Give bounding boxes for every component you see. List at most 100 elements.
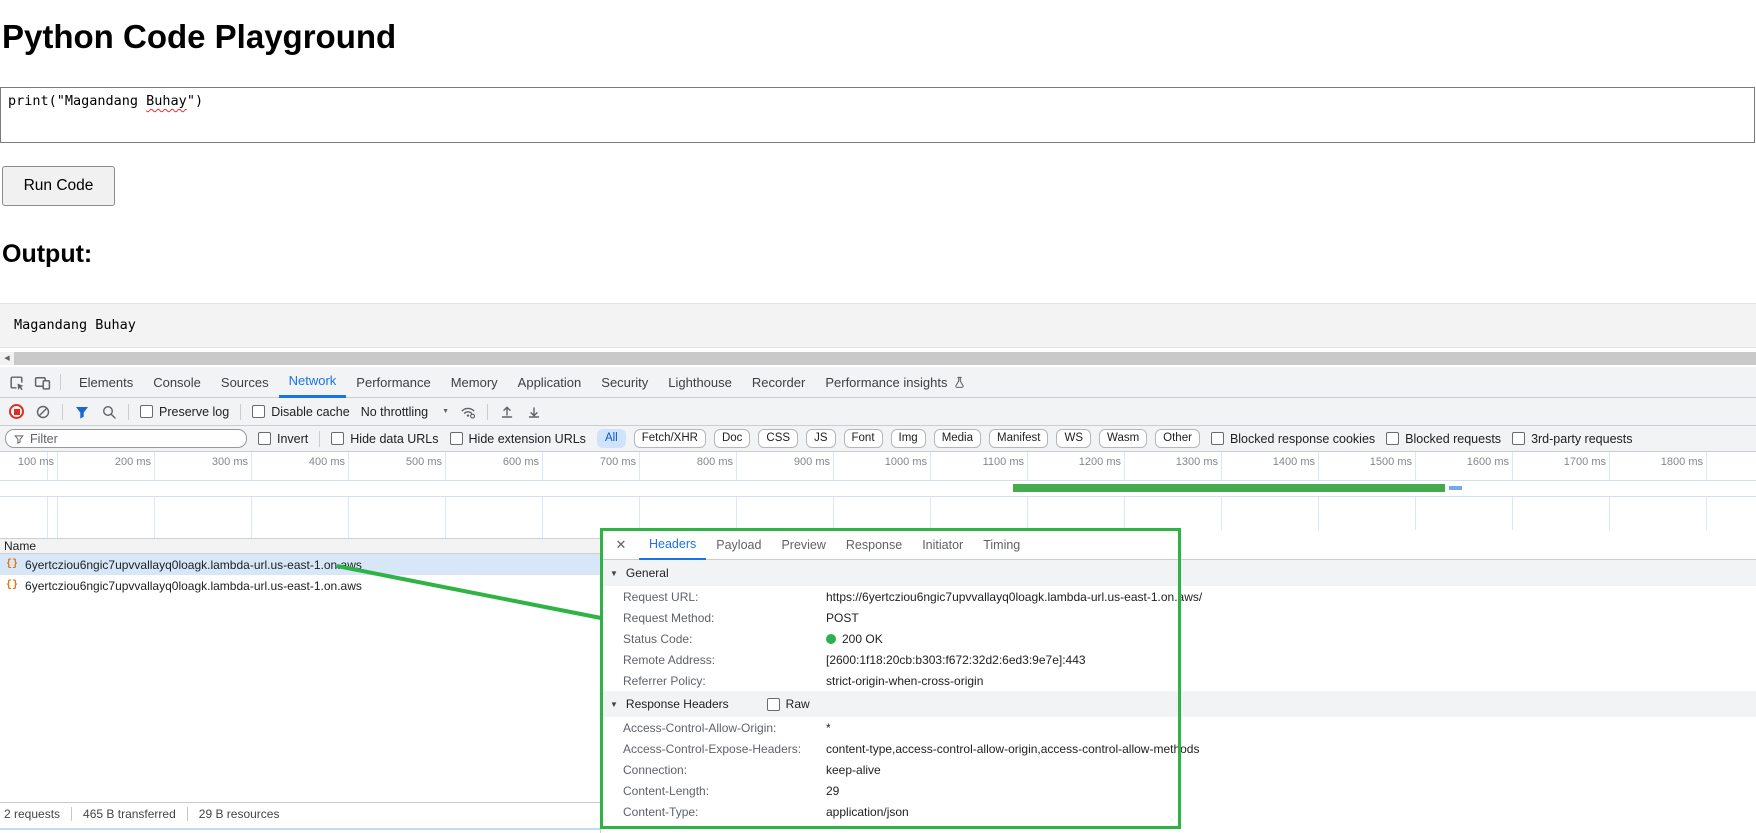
response-headers-section-title: Response Headers xyxy=(626,697,729,711)
tab-application[interactable]: Application xyxy=(508,367,592,398)
timeline-tick-label: 1100 ms xyxy=(931,456,1028,480)
resource-type-pill[interactable]: Fetch/XHR xyxy=(634,429,706,448)
network-conditions-icon[interactable] xyxy=(460,404,476,420)
close-icon[interactable]: ✕ xyxy=(609,537,633,553)
tab-performance-insights[interactable]: Performance insights xyxy=(815,367,976,398)
timeline-tick-label: 500 ms xyxy=(349,456,446,480)
details-tabs: Headers Payload Preview Response Initiat… xyxy=(639,530,1030,560)
hide-extension-urls-checkbox[interactable] xyxy=(450,432,463,445)
record-network-log-icon[interactable] xyxy=(9,404,24,419)
request-name: 6yertcziou6ngic7upvvallayq0loagk.lambda-… xyxy=(25,558,362,572)
tab-performance[interactable]: Performance xyxy=(346,367,440,398)
devtools-tabbar: Elements Console Sources Network Perform… xyxy=(0,367,1756,398)
blocked-requests-label: Blocked requests xyxy=(1405,432,1501,446)
scrollbar-thumb[interactable] xyxy=(14,352,1756,365)
resource-type-pill[interactable]: Manifest xyxy=(989,429,1048,448)
details-tab[interactable]: Timing xyxy=(973,530,1030,560)
details-tab[interactable]: Response xyxy=(836,530,912,560)
response-headers-rows: Access-Control-Allow-Origin: * Access-Co… xyxy=(601,717,1756,822)
tab-lighthouse[interactable]: Lighthouse xyxy=(658,367,742,398)
code-misspelled-word: Buhay xyxy=(146,93,187,109)
invert-checkbox[interactable] xyxy=(258,432,271,445)
device-toolbar-icon[interactable] xyxy=(34,374,51,391)
resource-type-pill[interactable]: Font xyxy=(844,429,883,448)
resource-type-pill[interactable]: Img xyxy=(891,429,926,448)
resource-type-pill[interactable]: JS xyxy=(806,429,835,448)
clear-network-log-icon[interactable] xyxy=(35,404,51,420)
code-text-end: ") xyxy=(187,93,203,109)
resource-type-pill[interactable]: All xyxy=(597,429,626,448)
timeline-tick-label: 600 ms xyxy=(446,456,543,480)
general-section-header[interactable]: ▼ General xyxy=(601,560,1756,586)
header-row: Access-Control-Expose-Headers: content-t… xyxy=(601,738,1756,759)
details-tab[interactable]: Initiator xyxy=(912,530,973,560)
preserve-log-group: Preserve log xyxy=(140,405,229,419)
tab-elements[interactable]: Elements xyxy=(69,367,143,398)
timeline-overview-band xyxy=(0,480,1756,497)
blocked-cookies-checkbox[interactable] xyxy=(1211,432,1224,445)
filter-icon[interactable] xyxy=(74,404,90,420)
resources-size: 29 B resources xyxy=(187,807,291,821)
page-title: Python Code Playground xyxy=(2,18,396,56)
json-braces-icon: {} xyxy=(6,559,18,570)
horizontal-scrollbar[interactable]: ◀ xyxy=(0,352,1756,365)
code-input[interactable]: print("Magandang Buhay") xyxy=(0,87,1755,143)
load-event-marker xyxy=(1449,486,1462,490)
general-rows: Request URL: https://6yertcziou6ngic7upv… xyxy=(601,586,1756,691)
third-party-group: 3rd-party requests xyxy=(1512,432,1632,446)
requests-count: 2 requests xyxy=(0,807,71,821)
resource-type-pill[interactable]: Media xyxy=(934,429,981,448)
filter-placeholder: Filter xyxy=(30,432,58,446)
blocked-cookies-label: Blocked response cookies xyxy=(1230,432,1375,446)
hide-data-urls-checkbox[interactable] xyxy=(331,432,344,445)
blocked-requests-checkbox[interactable] xyxy=(1386,432,1399,445)
resource-type-pills: All Fetch/XHR Doc CSS JS Font Img Media … xyxy=(597,429,1200,448)
collapse-triangle-icon: ▼ xyxy=(610,700,618,709)
tab-memory[interactable]: Memory xyxy=(441,367,508,398)
details-tab[interactable]: Headers xyxy=(639,530,706,560)
blocked-requests-group: Blocked requests xyxy=(1386,432,1501,446)
divider xyxy=(319,431,320,447)
tab-sources[interactable]: Sources xyxy=(211,367,279,398)
timeline-tick-label: 700 ms xyxy=(543,456,640,480)
third-party-checkbox[interactable] xyxy=(1512,432,1525,445)
disable-cache-checkbox[interactable] xyxy=(252,405,265,418)
status-code-value: 200 OK xyxy=(842,632,883,646)
tab-recorder[interactable]: Recorder xyxy=(742,367,815,398)
resource-type-pill[interactable]: Wasm xyxy=(1099,429,1147,448)
resource-type-pill[interactable]: Other xyxy=(1155,429,1200,448)
timeline-tick-label: 900 ms xyxy=(737,456,834,480)
run-code-button[interactable]: Run Code xyxy=(2,166,115,206)
request-waterfall-bar[interactable] xyxy=(1013,484,1445,492)
divider xyxy=(487,404,488,420)
screen: Python Code Playground print("Magandang … xyxy=(0,0,1756,833)
search-icon[interactable] xyxy=(101,404,117,420)
output-heading: Output: xyxy=(2,240,92,269)
output-box: Magandang Buhay xyxy=(0,303,1756,348)
inspect-element-icon[interactable] xyxy=(8,374,25,391)
raw-checkbox[interactable] xyxy=(767,698,780,711)
header-row: Content-Length: 29 xyxy=(601,780,1756,801)
resource-type-pill[interactable]: Doc xyxy=(714,429,750,448)
timeline-tick-label: 300 ms xyxy=(155,456,252,480)
tab-security[interactable]: Security xyxy=(591,367,658,398)
details-tab[interactable]: Preview xyxy=(771,530,835,560)
response-headers-section-header[interactable]: ▼ Response Headers Raw xyxy=(601,691,1756,717)
resource-type-pill[interactable]: WS xyxy=(1056,429,1091,448)
request-details-panel: ✕ Headers Payload Preview Response Initi… xyxy=(600,530,1756,833)
export-har-icon[interactable] xyxy=(499,404,515,420)
third-party-label: 3rd-party requests xyxy=(1531,432,1632,446)
throttling-dropdown[interactable]: No throttling ▼ xyxy=(361,405,449,419)
header-row: Connection: keep-alive xyxy=(601,759,1756,780)
details-tab[interactable]: Payload xyxy=(706,530,771,560)
resource-type-pill[interactable]: CSS xyxy=(758,429,798,448)
code-text: print("Magandang xyxy=(8,93,146,109)
import-har-icon[interactable] xyxy=(526,404,542,420)
scrollbar-left-arrow-icon[interactable]: ◀ xyxy=(0,352,14,365)
json-braces-icon: {} xyxy=(6,580,18,591)
tab-network[interactable]: Network xyxy=(279,367,347,398)
tab-console[interactable]: Console xyxy=(143,367,211,398)
divider xyxy=(60,374,61,390)
filter-input[interactable]: Filter xyxy=(5,429,247,448)
preserve-log-checkbox[interactable] xyxy=(140,405,153,418)
